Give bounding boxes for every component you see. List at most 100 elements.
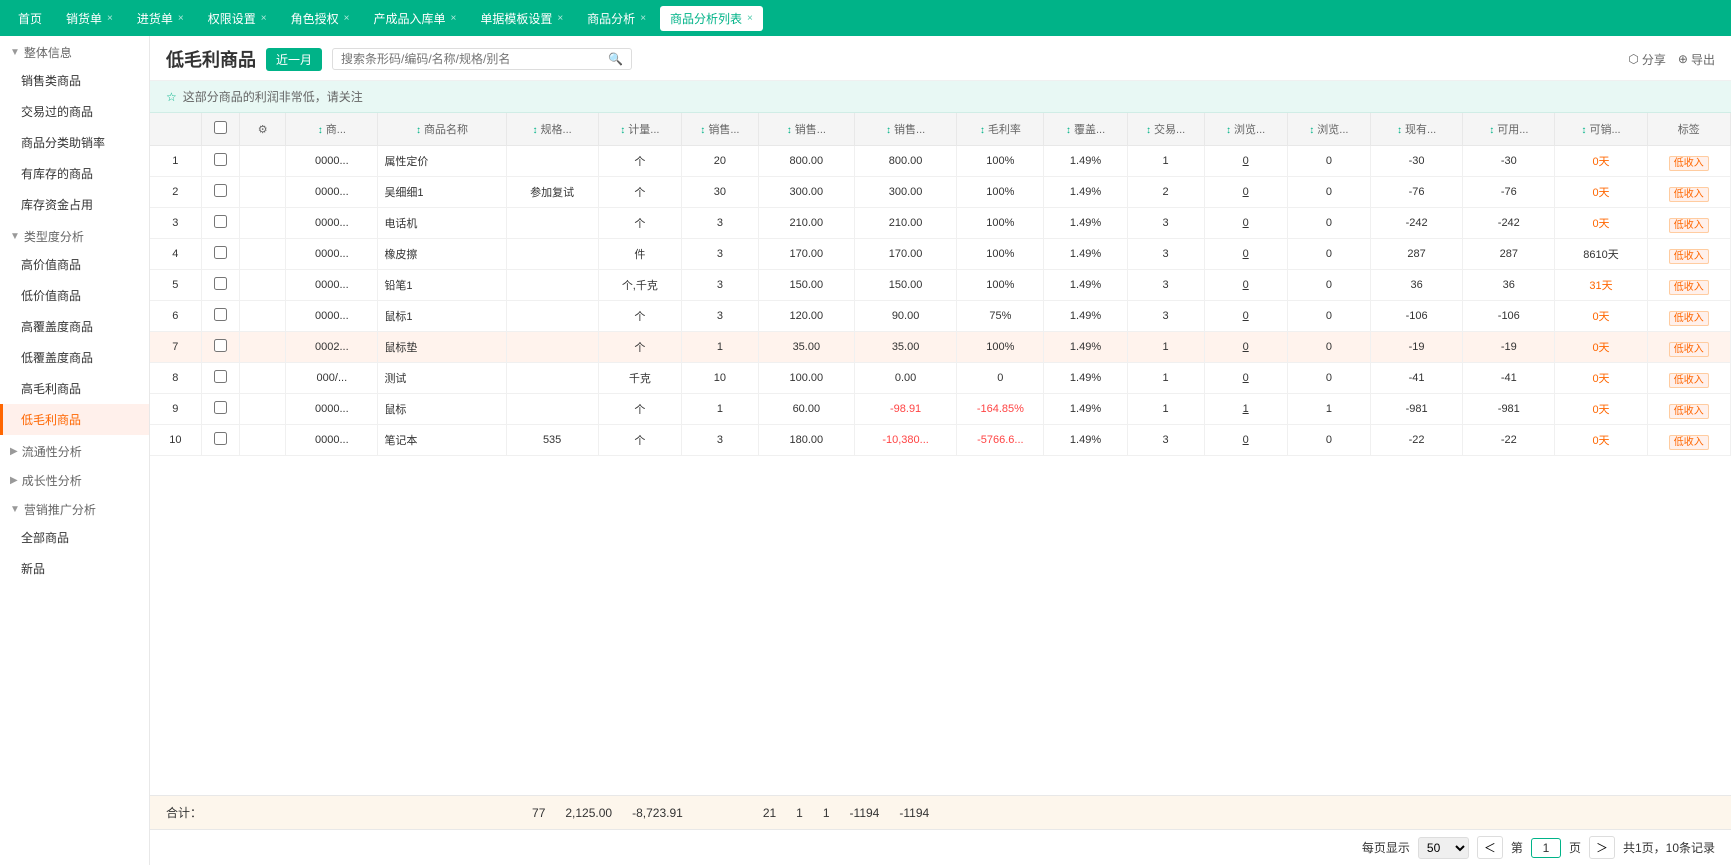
nav-sales-order[interactable]: 销货单 × (56, 6, 123, 31)
cell-name[interactable]: 铅笔1 (378, 270, 506, 301)
th-check[interactable] (201, 113, 239, 146)
sidebar-item-all-products[interactable]: 全部商品 (0, 522, 149, 553)
cell-check[interactable] (201, 208, 239, 239)
cell-view1[interactable]: 0 (1204, 332, 1287, 363)
current-page-number[interactable]: 1 (1531, 838, 1561, 858)
sidebar-item-traded-products[interactable]: 交易过的商品 (0, 96, 149, 127)
close-icon[interactable]: × (344, 13, 350, 24)
row-checkbox[interactable] (214, 153, 227, 166)
cell-view1[interactable]: 0 (1204, 239, 1287, 270)
sidebar-item-sales-products[interactable]: 销售类商品 (0, 65, 149, 96)
cell-view1[interactable]: 0 (1204, 208, 1287, 239)
cell-check[interactable] (201, 177, 239, 208)
nav-home[interactable]: 首页 (8, 6, 52, 31)
row-checkbox[interactable] (214, 432, 227, 445)
row-checkbox[interactable] (214, 215, 227, 228)
th-trade[interactable]: ↕ 交易... (1127, 113, 1204, 146)
nav-purchase-order[interactable]: 进货单 × (127, 6, 194, 31)
prev-page-button[interactable]: ＜ (1477, 836, 1503, 859)
th-available[interactable]: ↕ 可用... (1463, 113, 1555, 146)
row-checkbox[interactable] (214, 308, 227, 321)
close-icon[interactable]: × (640, 13, 646, 24)
sidebar-group-overall[interactable]: ▼ 整体信息 (0, 36, 149, 65)
cell-check[interactable] (201, 270, 239, 301)
th-spec[interactable]: ↕ 规格... (506, 113, 598, 146)
sidebar-item-high-margin[interactable]: 高毛利商品 (0, 373, 149, 404)
cell-view1[interactable]: 0 (1204, 301, 1287, 332)
cell-check[interactable] (201, 239, 239, 270)
cell-view1[interactable]: 0 (1204, 270, 1287, 301)
share-button[interactable]: ⬡ 分享 (1628, 51, 1666, 68)
next-page-button[interactable]: ＞ (1589, 836, 1615, 859)
sidebar-item-in-stock-products[interactable]: 有库存的商品 (0, 158, 149, 189)
sidebar-item-inventory-funds[interactable]: 库存资金占用 (0, 189, 149, 220)
cell-name[interactable]: 橡皮擦 (378, 239, 506, 270)
cell-view1[interactable]: 0 (1204, 363, 1287, 394)
sidebar-item-low-coverage[interactable]: 低覆盖度商品 (0, 342, 149, 373)
nav-product-warehousing[interactable]: 产成品入库单 × (363, 6, 466, 31)
sidebar-item-low-value[interactable]: 低价值商品 (0, 280, 149, 311)
cell-view1[interactable]: 0 (1204, 425, 1287, 456)
close-icon[interactable]: × (450, 13, 456, 24)
row-checkbox[interactable] (214, 184, 227, 197)
th-sales-profit[interactable]: ↕ 销售... (854, 113, 956, 146)
close-icon[interactable]: × (107, 13, 113, 24)
cell-view1[interactable]: 0 (1204, 146, 1287, 177)
cell-name[interactable]: 测试 (378, 363, 506, 394)
sidebar-item-category-sales-rate[interactable]: 商品分类助销率 (0, 127, 149, 158)
row-checkbox[interactable] (214, 370, 227, 383)
close-icon[interactable]: × (178, 13, 184, 24)
nav-product-analysis[interactable]: 商品分析 × (577, 6, 656, 31)
cell-check[interactable] (201, 425, 239, 456)
search-input[interactable] (341, 52, 608, 66)
sidebar-group-type-analysis[interactable]: ▼ 类型度分析 (0, 220, 149, 249)
sidebar-group-growth[interactable]: ▶ 成长性分析 (0, 464, 149, 493)
cell-check[interactable] (201, 146, 239, 177)
cell-check[interactable] (201, 394, 239, 425)
cell-name[interactable]: 鼠标 (378, 394, 506, 425)
th-saleable[interactable]: ↕ 可销... (1555, 113, 1647, 146)
th-view1[interactable]: ↕ 浏览... (1204, 113, 1287, 146)
sidebar-item-new-products[interactable]: 新品 (0, 553, 149, 584)
th-view2[interactable]: ↕ 浏览... (1287, 113, 1370, 146)
cell-check[interactable] (201, 363, 239, 394)
cell-name[interactable]: 鼠标1 (378, 301, 506, 332)
cell-view1[interactable]: 1 (1204, 394, 1287, 425)
close-icon[interactable]: × (261, 13, 267, 24)
row-checkbox[interactable] (214, 401, 227, 414)
row-checkbox[interactable] (214, 246, 227, 259)
select-all-checkbox[interactable] (214, 121, 227, 134)
th-coverage[interactable]: ↕ 覆盖... (1044, 113, 1127, 146)
nav-permission-settings[interactable]: 权限设置 × (198, 6, 277, 31)
th-code[interactable]: ↕ 商... (286, 113, 378, 146)
th-sales-amount[interactable]: ↕ 销售... (758, 113, 854, 146)
search-icon[interactable]: 🔍 (608, 52, 623, 66)
th-name[interactable]: ↕ 商品名称 (378, 113, 506, 146)
th-sales-qty[interactable]: ↕ 销售... (681, 113, 758, 146)
row-checkbox[interactable] (214, 339, 227, 352)
row-checkbox[interactable] (214, 277, 227, 290)
sidebar-item-high-coverage[interactable]: 高覆盖度商品 (0, 311, 149, 342)
cell-name[interactable]: 电话机 (378, 208, 506, 239)
th-gross-margin[interactable]: ↕ 毛利率 (957, 113, 1044, 146)
th-unit[interactable]: ↕ 计量... (598, 113, 681, 146)
cell-name[interactable]: 吴细细1 (378, 177, 506, 208)
nav-product-analysis-list[interactable]: 商品分析列表 × (660, 6, 763, 31)
close-icon[interactable]: × (747, 13, 753, 24)
per-page-select[interactable]: 50 100 200 (1418, 837, 1469, 859)
sidebar-item-low-margin[interactable]: 低毛利商品 (0, 404, 149, 435)
close-icon[interactable]: × (557, 13, 563, 24)
sidebar-group-liquidity[interactable]: ▶ 流通性分析 (0, 435, 149, 464)
cell-check[interactable] (201, 301, 239, 332)
cell-name[interactable]: 鼠标垫 (378, 332, 506, 363)
nav-role-auth[interactable]: 角色授权 × (281, 6, 360, 31)
cell-name[interactable]: 笔记本 (378, 425, 506, 456)
export-button[interactable]: ⊕ 导出 (1678, 51, 1715, 68)
time-filter-button[interactable]: 近一月 (266, 48, 322, 71)
sidebar-group-marketing[interactable]: ▼ 营销推广分析 (0, 493, 149, 522)
cell-name[interactable]: 属性定价 (378, 146, 506, 177)
nav-template-settings[interactable]: 单据模板设置 × (470, 6, 573, 31)
cell-view1[interactable]: 0 (1204, 177, 1287, 208)
sidebar-item-high-value[interactable]: 高价值商品 (0, 249, 149, 280)
cell-check[interactable] (201, 332, 239, 363)
